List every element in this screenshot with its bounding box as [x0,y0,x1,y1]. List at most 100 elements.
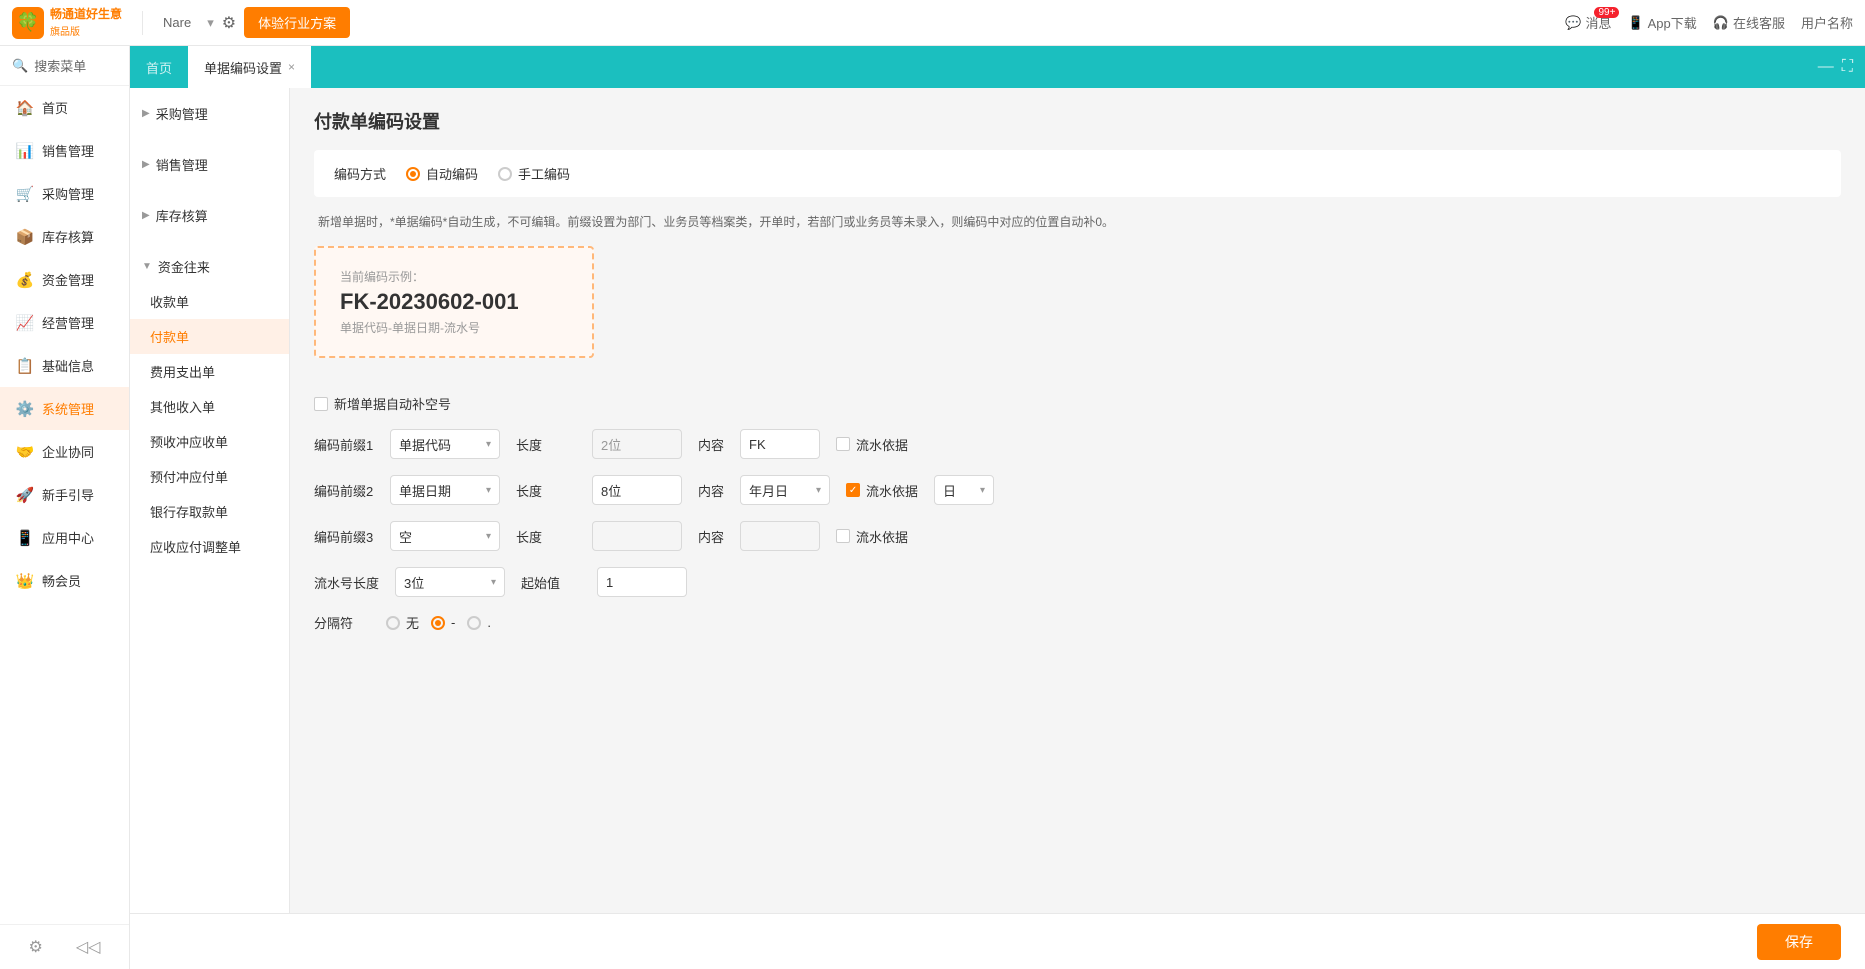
sidebar-item-inventory[interactable]: 📦 库存核算 [0,215,129,258]
serial-length-label: 流水号长度 [314,573,379,592]
inventory-icon: 📦 [16,228,34,246]
prefix1-length-label: 长度 [516,435,576,454]
prefix1-length-value: 2位 [601,435,621,454]
tab-home[interactable]: 首页 [130,46,188,88]
prefix1-length-input: 2位 [592,429,682,459]
prefix3-stream-checkbox[interactable]: 流水依据 [836,527,908,546]
tabbar-controls: — ⛶ [1818,58,1865,76]
minimize-icon[interactable]: — [1818,58,1834,76]
prefix2-length-label: 长度 [516,481,576,500]
sidebar-item-cooperation-label: 企业协同 [42,442,94,461]
start-val-label: 起始值 [521,573,581,592]
operation-icon: 📈 [16,314,34,332]
prefix-row-3: 编码前缀3 空 ▾ 长度 内容 流水依据 [314,521,1841,551]
sidebar-item-purchase[interactable]: 🛒 采购管理 [0,172,129,215]
mid-nav-item-payment[interactable]: 付款单 [130,319,289,354]
tabbar: 首页 单据编码设置 × — ⛶ [130,46,1865,88]
start-val-input[interactable]: 1 [597,567,687,597]
topbar-divider [142,11,143,35]
settings-icon[interactable]: ⚙ [222,13,236,33]
mid-nav-item-other-income[interactable]: 其他收入单 [130,389,289,424]
sidebar-item-guide[interactable]: 🚀 新手引导 [0,473,129,516]
sidebar-item-operation[interactable]: 📈 经营管理 [0,301,129,344]
mid-nav-capital-header[interactable]: ▼ 资金往来 [130,249,289,284]
prefix3-select-arrow: ▾ [486,531,491,542]
sep-radio-dash[interactable]: - [431,615,455,630]
app-download-button[interactable]: 📱 App下载 [1627,13,1696,32]
auto-code-radio[interactable]: 自动编码 [406,164,478,183]
sep-radio-none[interactable]: 无 [386,613,419,632]
mid-nav-purchase-label: 采购管理 [156,104,208,123]
prefix1-content-input[interactable]: FK [740,429,820,459]
prefix1-select[interactable]: 单据代码 ▾ [390,429,500,459]
prefix1-stream-checkbox[interactable]: 流水依据 [836,435,908,454]
prefix2-day-value: 日 [943,481,972,500]
sidebar-item-sales[interactable]: 📊 销售管理 [0,129,129,172]
collapse-icon[interactable]: ◁◁ [76,937,101,957]
mid-nav-item-prepaid-receivable[interactable]: 预收冲应收单 [130,424,289,459]
sidebar-item-sales-label: 销售管理 [42,141,94,160]
preview-format: 单据代码-单据日期-流水号 [340,319,568,336]
auto-fill-checkbox-row[interactable]: 新增单据自动补空号 [314,394,1841,413]
prefix2-stream-cb[interactable] [846,483,860,497]
sidebar-item-app-center-label: 应用中心 [42,528,94,547]
prefix2-length-value: 8位 [601,481,621,500]
user-menu[interactable]: 用户名称 [1801,13,1853,32]
logo-sub: 旗品版 [50,23,122,38]
tab-doc-code[interactable]: 单据编码设置 × [188,46,311,88]
message-button[interactable]: 💬 消息 99+ [1565,13,1611,32]
maximize-icon[interactable]: ⛶ [1842,58,1853,76]
experience-button[interactable]: 体验行业方案 [244,7,350,38]
prefix2-day-select[interactable]: 日 ▾ [934,475,994,505]
serial-length-select[interactable]: 3位 ▾ [395,567,505,597]
manual-code-radio[interactable]: 手工编码 [498,164,570,183]
sep-dash-dot [431,616,445,630]
mid-nav-purchase-header[interactable]: ▶ 采购管理 [130,96,289,131]
sidebar-item-app-center[interactable]: 📱 应用中心 [0,516,129,559]
coding-method-section: 编码方式 自动编码 手工编码 [314,150,1841,197]
sep-radio-dot[interactable]: . [467,615,491,630]
download-icon: 📱 [1627,15,1643,31]
sales-arrow-icon: ▶ [142,159,150,170]
service-label: 在线客服 [1733,13,1785,32]
sidebar-item-home[interactable]: 🏠 首页 [0,86,129,129]
mid-nav-item-adjust[interactable]: 应收应付调整单 [130,529,289,564]
mid-nav-item-expense[interactable]: 费用支出单 [130,354,289,389]
finance-icon: 💰 [16,271,34,289]
prefix3-label: 编码前缀3 [314,527,374,546]
logo: 🍀 畅通道好生意 旗品版 [12,7,122,39]
tab-close-icon[interactable]: × [288,60,295,74]
prefix2-content-label: 内容 [698,481,724,500]
settings-bottom-icon[interactable]: ⚙ [29,937,43,957]
save-button[interactable]: 保存 [1757,924,1841,960]
prefix3-content-input [740,521,820,551]
prefix3-stream-cb[interactable] [836,529,850,543]
sidebar-item-finance[interactable]: 💰 资金管理 [0,258,129,301]
mid-nav-item-bank[interactable]: 银行存取款单 [130,494,289,529]
sidebar-item-system[interactable]: ⚙️ 系统管理 [0,387,129,430]
mid-nav-inventory-header[interactable]: ▶ 库存核算 [130,198,289,233]
separator-row: 分隔符 无 - . [314,613,1841,632]
sidebar-item-cooperation[interactable]: 🤝 企业协同 [0,430,129,473]
auto-fill-checkbox[interactable] [314,397,328,411]
auto-code-label: 自动编码 [426,164,478,183]
basic-icon: 📋 [16,357,34,375]
sidebar-search[interactable]: 🔍 搜索菜单 [0,46,129,86]
prefix3-select[interactable]: 空 ▾ [390,521,500,551]
sidebar-item-finance-label: 资金管理 [42,270,94,289]
content-area: ▶ 采购管理 ▶ 销售管理 ▶ 库存核算 [130,88,1865,913]
topbar-right: 💬 消息 99+ 📱 App下载 🎧 在线客服 用户名称 [1565,13,1853,32]
online-service-button[interactable]: 🎧 在线客服 [1713,13,1785,32]
sidebar-item-vip[interactable]: 👑 畅会员 [0,559,129,602]
prefix2-stream-checkbox[interactable]: 流水依据 [846,481,918,500]
mid-nav-item-receipt[interactable]: 收款单 [130,284,289,319]
prefix2-content-select[interactable]: 年月日 ▾ [740,475,830,505]
mid-nav-item-prepaid-payable[interactable]: 预付冲应付单 [130,459,289,494]
prefix1-content-label: 内容 [698,435,724,454]
mid-nav-sales-header[interactable]: ▶ 销售管理 [130,147,289,182]
prefix1-stream-cb[interactable] [836,437,850,451]
sidebar-item-basic[interactable]: 📋 基础信息 [0,344,129,387]
company-dropdown-icon[interactable]: ▾ [207,15,214,31]
prefix2-select[interactable]: 单据日期 ▾ [390,475,500,505]
cooperation-icon: 🤝 [16,443,34,461]
